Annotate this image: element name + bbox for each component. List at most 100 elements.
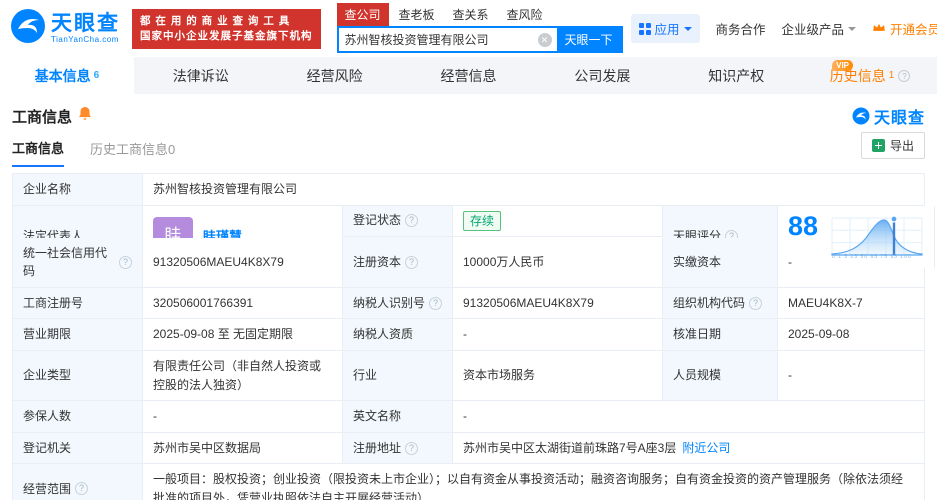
business-cooperation[interactable]: 商务合作 xyxy=(716,19,766,38)
top-menu: 应用 商务合作 企业级产品 开通会员 费米 xyxy=(630,14,937,43)
export-button[interactable]: 导出 xyxy=(860,132,925,159)
tab-company-development[interactable]: 公司发展 xyxy=(535,57,669,94)
field-label: 组织机构代码 ? xyxy=(663,287,778,319)
help-icon[interactable]: ? xyxy=(405,441,419,455)
tab-basic-info[interactable]: 基本信息 6 xyxy=(0,57,134,94)
tianyancha-logo-icon xyxy=(10,8,46,49)
business-cooperation-label: 商务合作 xyxy=(715,23,766,37)
credit-code-label: 统一社会信用代码 xyxy=(23,245,108,279)
tab-history-info[interactable]: VIP 历史信息 1 ? xyxy=(803,57,937,94)
help-icon[interactable]: ? xyxy=(405,255,419,269)
row-company-name: 企业名称 苏州智核投资管理有限公司 xyxy=(13,174,924,206)
clear-icon[interactable]: ✕ xyxy=(537,32,552,47)
row-insured-count: 参保人数 - 英文名称 - xyxy=(13,401,924,433)
export-label: 导出 xyxy=(889,139,914,153)
subtab-row: 工商信息 历史工商信息0 导出 xyxy=(8,132,929,167)
brand-name: 天眼查 xyxy=(51,12,120,35)
taxpayer-quality-value: - xyxy=(453,319,663,350)
company-name-value: 苏州智核投资管理有限公司 xyxy=(143,174,924,205)
field-label: 工商注册号 xyxy=(13,287,143,319)
search-tab-relation[interactable]: 查关系 xyxy=(445,3,497,26)
search-input[interactable] xyxy=(338,28,538,51)
tab-operation-risk[interactable]: 经营风险 xyxy=(268,57,402,94)
field-label: 纳税人资质 xyxy=(343,319,453,350)
tab-intellectual-property[interactable]: 知识产权 xyxy=(669,57,803,94)
search-tab-company[interactable]: 查公司 xyxy=(336,3,389,26)
nearby-companies-link[interactable]: 附近公司 xyxy=(682,439,730,458)
promo-banner: 都 在 用 的 商 业 查 询 工 具 国家中小企业发展子基金旗下机构 xyxy=(132,8,321,49)
brand-domain: TianYanCha.com xyxy=(51,35,119,44)
promo-line1: 都 在 用 的 商 业 查 询 工 具 xyxy=(140,14,291,27)
tab-label: 知识产权 xyxy=(708,67,765,84)
reg-capital-label: 注册资本 xyxy=(353,254,402,269)
staff-size-value: - xyxy=(778,350,924,401)
apps-grid-icon xyxy=(638,22,651,35)
field-label: 实缴资本 xyxy=(663,237,778,287)
search-area: 查公司 查老板 查关系 查风险 ✕ 天眼一下 xyxy=(336,3,623,53)
reg-address-label: 注册地址 xyxy=(353,440,402,455)
field-label: 登记状态 ? xyxy=(343,205,453,237)
tab-label: 基本信息 xyxy=(34,67,91,84)
tianyancha-logo[interactable]: 天眼查 TianYanCha.com xyxy=(10,8,120,49)
help-icon[interactable]: ? xyxy=(429,296,442,310)
field-label: 企业类型 xyxy=(13,350,143,401)
taxpayer-id-value: 91320506MAEU4K8X79 xyxy=(453,287,663,319)
insured-count-value: - xyxy=(143,401,343,432)
field-label: 统一社会信用代码 ? xyxy=(13,237,143,287)
reg-status-label: 登记状态 xyxy=(353,213,402,228)
field-label: 企业名称 xyxy=(13,174,143,205)
reg-status-cell: 存续 xyxy=(453,205,663,237)
search-tab-risk[interactable]: 查风险 xyxy=(499,3,551,26)
row-credit-code: 统一社会信用代码 ? 91320506MAEU4K8X79 注册资本 ? 100… xyxy=(13,237,924,288)
field-label: 参保人数 xyxy=(13,401,143,432)
field-label: 核准日期 xyxy=(663,319,778,350)
help-icon[interactable]: ? xyxy=(749,296,763,310)
row-business-scope: 经营范围 ? 一般项目：股权投资；创业投资（限投资未上市企业）；以自有资金从事投… xyxy=(13,464,924,500)
tab-count: 6 xyxy=(93,70,100,81)
field-label: 纳税人识别号 ? xyxy=(343,287,453,319)
apps-menu[interactable]: 应用 xyxy=(630,14,700,43)
subtab-history-business-info[interactable]: 历史工商信息0 xyxy=(90,139,175,166)
help-icon[interactable]: ? xyxy=(119,255,132,269)
row-reg-authority: 登记机关 苏州市吴中区数据局 注册地址 ? 苏州市吴中区太湖街道前珠路7号A座3… xyxy=(13,432,924,465)
tab-operation-info[interactable]: 经营信息 xyxy=(402,57,536,94)
english-name-value: - xyxy=(453,401,924,432)
reg-authority-value: 苏州市吴中区数据局 xyxy=(143,432,343,464)
search-box: ✕ 天眼一下 xyxy=(336,26,623,53)
org-code-value: MAEU4K8X-7 xyxy=(778,287,924,319)
reg-number-value: 320506001766391 xyxy=(143,287,343,319)
subtab-business-info[interactable]: 工商信息 xyxy=(12,138,65,167)
tab-count: 1 xyxy=(888,70,895,81)
excel-icon xyxy=(871,139,885,152)
enterprise-products-label: 企业级产品 xyxy=(781,23,845,37)
search-tab-boss[interactable]: 查老板 xyxy=(391,3,443,26)
reg-address-cell: 苏州市吴中区太湖街道前珠路7号A座3层 附近公司 xyxy=(453,432,924,464)
chart-tick-labels: 0 1 5 25 50 65 75 95 100 xyxy=(832,253,912,260)
help-icon[interactable]: ? xyxy=(75,482,89,496)
row-company-type: 企业类型 有限责任公司（非自然人投资或控股的法人独资） 行业 资本市场服务 人员… xyxy=(13,350,924,402)
enterprise-products[interactable]: 企业级产品 xyxy=(782,19,857,38)
alert-bell-icon[interactable] xyxy=(78,106,92,126)
apps-label: 应用 xyxy=(654,23,680,37)
taxpayer-id-label: 纳税人识别号 xyxy=(353,295,426,310)
business-info-section: 工商信息 天眼查 工商信息 历史工商信息0 导出 企业名称 苏州智核投资管理有限… xyxy=(0,94,937,500)
tab-label: 经营信息 xyxy=(440,67,497,84)
history-help-icon[interactable]: ? xyxy=(898,69,911,82)
tab-label: 公司发展 xyxy=(574,67,631,84)
field-label: 营业期限 xyxy=(13,319,143,350)
vip-label: 开通会员 xyxy=(890,23,937,37)
org-code-label: 组织机构代码 xyxy=(673,295,746,310)
watermark-text: 天眼查 xyxy=(873,110,925,127)
score-distribution-chart[interactable]: 0 1 5 25 50 65 75 95 100 xyxy=(828,212,924,262)
business-term-value: 2025-09-08 至 无固定期限 xyxy=(143,319,343,350)
search-tabs: 查公司 查老板 查关系 查风险 xyxy=(336,3,623,26)
header: 天眼查 TianYanCha.com 都 在 用 的 商 业 查 询 工 具 国… xyxy=(0,0,937,57)
watermark-logo[interactable]: 天眼查 xyxy=(852,104,925,128)
vip-membership[interactable]: 开通会员 xyxy=(872,19,937,38)
search-button[interactable]: 天眼一下 xyxy=(556,28,621,51)
chevron-down-icon xyxy=(848,26,857,31)
help-icon[interactable]: ? xyxy=(405,214,419,228)
reg-address-value: 苏州市吴中区太湖街道前珠路7号A座3层 xyxy=(463,440,677,455)
tab-label: 经营风险 xyxy=(306,67,363,84)
tab-legal-proceedings[interactable]: 法律诉讼 xyxy=(134,57,268,94)
